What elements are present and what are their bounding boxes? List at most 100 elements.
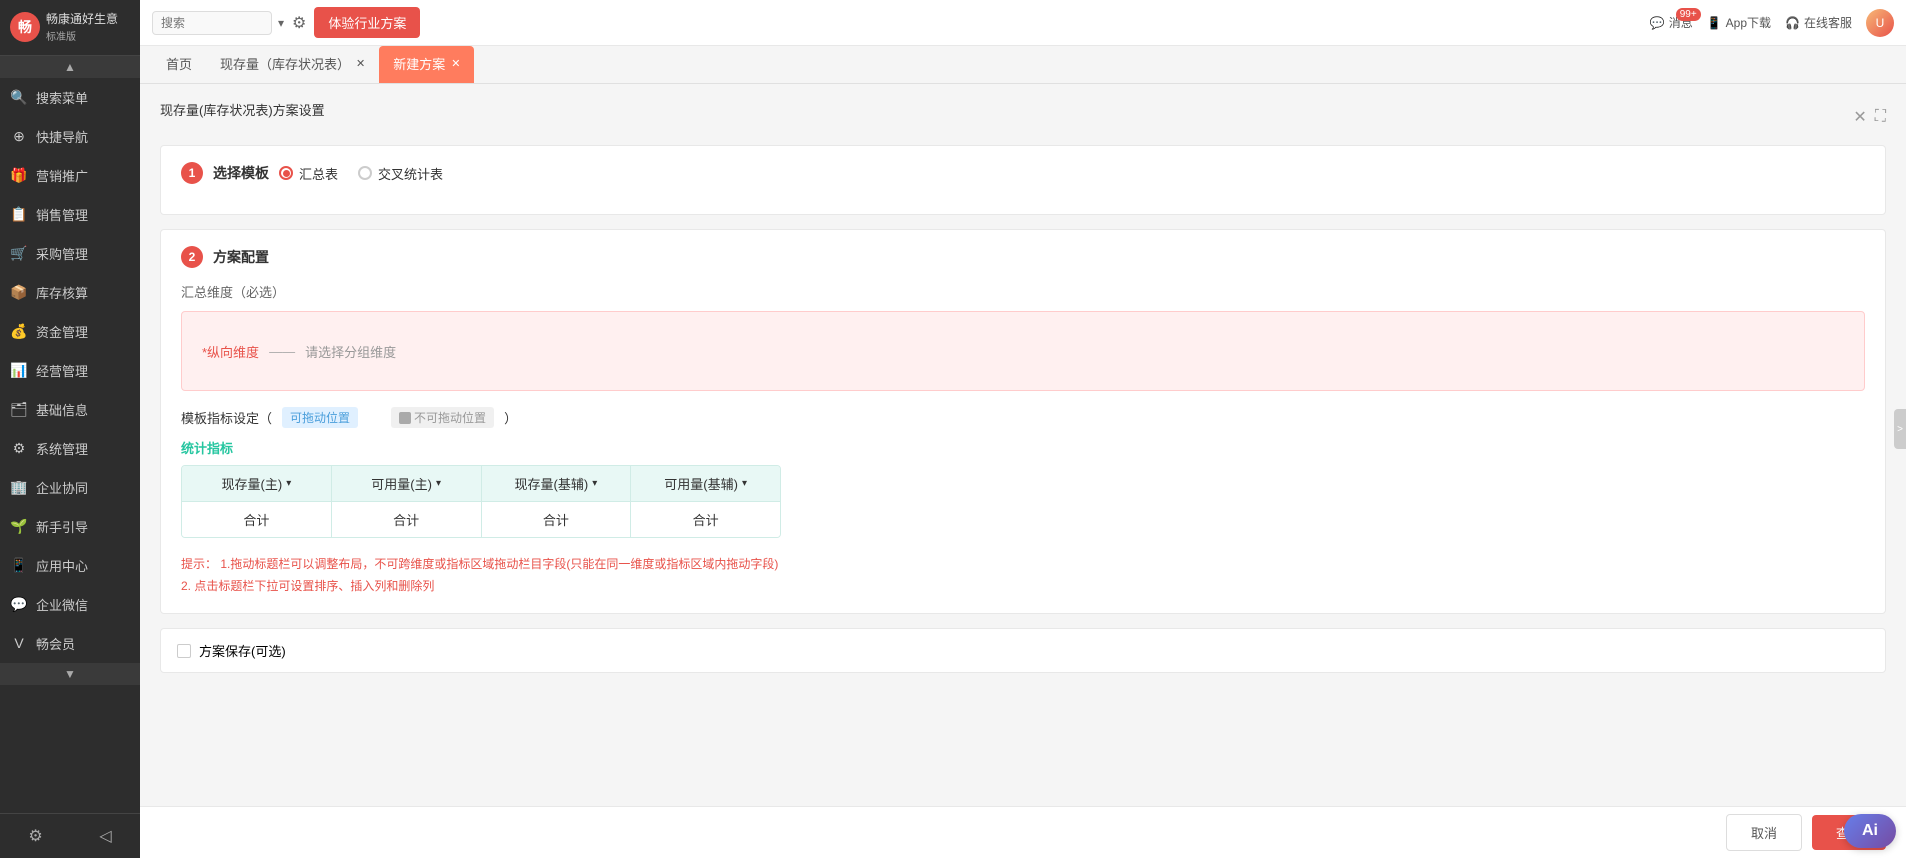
template-options: 汇总表 交叉统计表 [279,164,443,183]
tab-close-new-scheme[interactable]: ✕ [451,57,460,70]
operations-icon: 📊 [10,361,28,379]
search-icon: 🔍 [10,88,28,106]
sidebar-item-newbie[interactable]: 🌱 新手引导 [0,507,140,546]
stats-table-header: 现存量(主) ▾ 可用量(主) ▾ 现存量(基辅) ▾ [182,466,780,501]
sidebar-sound-btn[interactable]: ◁ [91,822,119,850]
tab-home[interactable]: 首页 [152,46,206,83]
sidebar-item-sales[interactable]: 📋 销售管理 [0,195,140,234]
topbar-message[interactable]: 💬 消息 99+ [1650,14,1693,31]
tab-new-scheme[interactable]: 新建方案 ✕ [379,46,474,83]
stats-cell-1: 合计 [332,502,482,537]
tip-1: 提示： 1.拖动标题栏可以调整布局，不可跨维度或指标区域拖动栏目字段(只能在同一… [181,554,1865,576]
section-choose-template: 1 选择模板 汇总表 交叉统计表 [160,145,1886,215]
wechat-icon: 💬 [10,595,28,613]
sidebar-item-app-center[interactable]: 📱 应用中心 [0,546,140,585]
expand-btn[interactable]: ⛶ [1875,107,1886,127]
sidebar-item-label: 快捷导航 [36,127,88,146]
tag-separator [368,408,381,427]
section1-title: 选择模板 [213,163,269,183]
sidebar-item-label: 销售管理 [36,205,88,224]
member-icon: V [10,634,28,652]
not-draggable-icon [399,412,411,424]
topbar-app-download[interactable]: 📱 App下载 [1707,14,1771,31]
topbar-search-input[interactable] [152,11,272,35]
radio-summary-circle [279,166,293,180]
basic-info-icon: 🗂 [10,400,28,418]
sidebar-item-label: 基础信息 [36,400,88,419]
sidebar-item-label: 新手引导 [36,517,88,536]
system-icon: ⚙ [10,439,28,457]
sidebar-item-label: 企业微信 [36,595,88,614]
topbar-right: 💬 消息 99+ 📱 App下载 🎧 在线客服 U [1650,9,1894,37]
sidebar-item-wechat[interactable]: 💬 企业微信 [0,585,140,624]
stats-col-header-2[interactable]: 现存量(基辅) ▾ [482,466,632,501]
content: 现存量(库存状况表)方案设置 ✕ ⛶ 1 选择模板 汇总表 交叉统计表 [140,84,1906,806]
stats-cell-3: 合计 [631,502,780,537]
dropdown-icon-0: ▾ [286,478,291,489]
sidebar-item-quick-nav[interactable]: ⊕ 快捷导航 [0,117,140,156]
dimension-dash: —— [269,344,295,359]
quick-nav-icon: ⊕ [10,127,28,145]
cancel-button[interactable]: 取消 [1726,814,1802,851]
stats-section: 统计指标 现存量(主) ▾ 可用量(主) ▾ [181,438,1865,538]
topbar-industry-btn[interactable]: 体验行业方案 [314,7,420,38]
radio-cross[interactable]: 交叉统计表 [358,164,443,183]
dimension-area[interactable]: *纵向维度 —— 请选择分组维度 [181,311,1865,391]
topbar-dropdown-btn[interactable]: ▾ [278,16,284,30]
tip-2: 2. 点击标题栏下拉可设置排序、插入列和删除列 [181,576,1865,598]
section1-num: 1 [181,162,203,184]
right-collapse-handle[interactable]: > [1894,409,1906,449]
sidebar-item-operations[interactable]: 📊 经营管理 [0,351,140,390]
sidebar-item-label: 系统管理 [36,439,88,458]
sidebar-item-label: 采购管理 [36,244,88,263]
topbar-search-area: ▾ [152,11,284,35]
sidebar-item-system[interactable]: ⚙ 系统管理 [0,429,140,468]
user-avatar[interactable]: U [1866,9,1894,37]
sidebar-settings-btn[interactable]: ⚙ [20,822,50,850]
finance-icon: 💰 [10,322,28,340]
message-badge: 99+ [1676,8,1701,21]
sidebar-logo: 畅 畅康通好生意 标准版 [0,0,140,56]
stats-table-body: 合计 合计 合计 合计 [182,501,780,537]
topbar-settings-btn[interactable]: ⚙ [292,13,306,33]
sidebar-item-purchase[interactable]: 🛒 采购管理 [0,234,140,273]
stats-cell-0: 合计 [182,502,332,537]
footer: 取消 查询 [140,806,1906,858]
inventory-icon: 📦 [10,283,28,301]
dropdown-icon-3: ▾ [742,478,747,489]
sidebar-item-label: 营销推广 [36,166,88,185]
radio-summary[interactable]: 汇总表 [279,164,338,183]
main-area: ▾ ⚙ 体验行业方案 💬 消息 99+ 📱 App下载 🎧 在线客服 U [140,0,1906,858]
close-dialog-btn[interactable]: ✕ [1853,107,1866,127]
section2-num: 2 [181,246,203,268]
stats-col-header-1[interactable]: 可用量(主) ▾ [332,466,482,501]
app-edition: 标准版 [46,28,118,43]
topbar-customer-service[interactable]: 🎧 在线客服 [1785,14,1852,31]
save-checkbox[interactable] [177,644,191,658]
app-download-icon: 📱 [1707,16,1722,30]
ai-float-button[interactable]: Ai [1844,814,1896,848]
tab-inventory-status[interactable]: 现存量（库存状况表） ✕ [206,46,379,83]
sidebar-item-basic-info[interactable]: 🗂 基础信息 [0,390,140,429]
stats-cell-2: 合计 [482,502,632,537]
sidebar-item-finance[interactable]: 💰 资金管理 [0,312,140,351]
section-scheme-config: 2 方案配置 汇总维度（必选） *纵向维度 —— 请选择分组维度 [160,229,1886,614]
sidebar-scroll-up[interactable]: ▲ [0,56,140,78]
dimension-hint: 请选择分组维度 [305,342,396,361]
sales-icon: 📋 [10,205,28,223]
sidebar-scroll-down[interactable]: ▼ [0,663,140,685]
sidebar-item-enterprise[interactable]: 🏢 企业协同 [0,468,140,507]
stats-col-header-3[interactable]: 可用量(基辅) ▾ [631,466,780,501]
indicator-settings: 模板指标设定（ 可拖动位置 不可拖动位置 ） [181,407,1865,428]
sidebar-item-marketing[interactable]: 🎁 营销推广 [0,156,140,195]
sidebar-item-member[interactable]: V 畅会员 [0,624,140,663]
sidebar-item-inventory[interactable]: 📦 库存核算 [0,273,140,312]
stats-col-header-0[interactable]: 现存量(主) ▾ [182,466,332,501]
app-logo-icon: 畅 [10,12,40,42]
tag-not-draggable: 不可拖动位置 [391,407,494,428]
sidebar-search[interactable]: 🔍 搜索菜单 [0,78,140,117]
sidebar-item-label: 畅会员 [36,634,75,653]
tab-close-inventory[interactable]: ✕ [356,57,365,70]
sidebar-item-label: 资金管理 [36,322,88,341]
dropdown-icon-2: ▾ [592,478,597,489]
